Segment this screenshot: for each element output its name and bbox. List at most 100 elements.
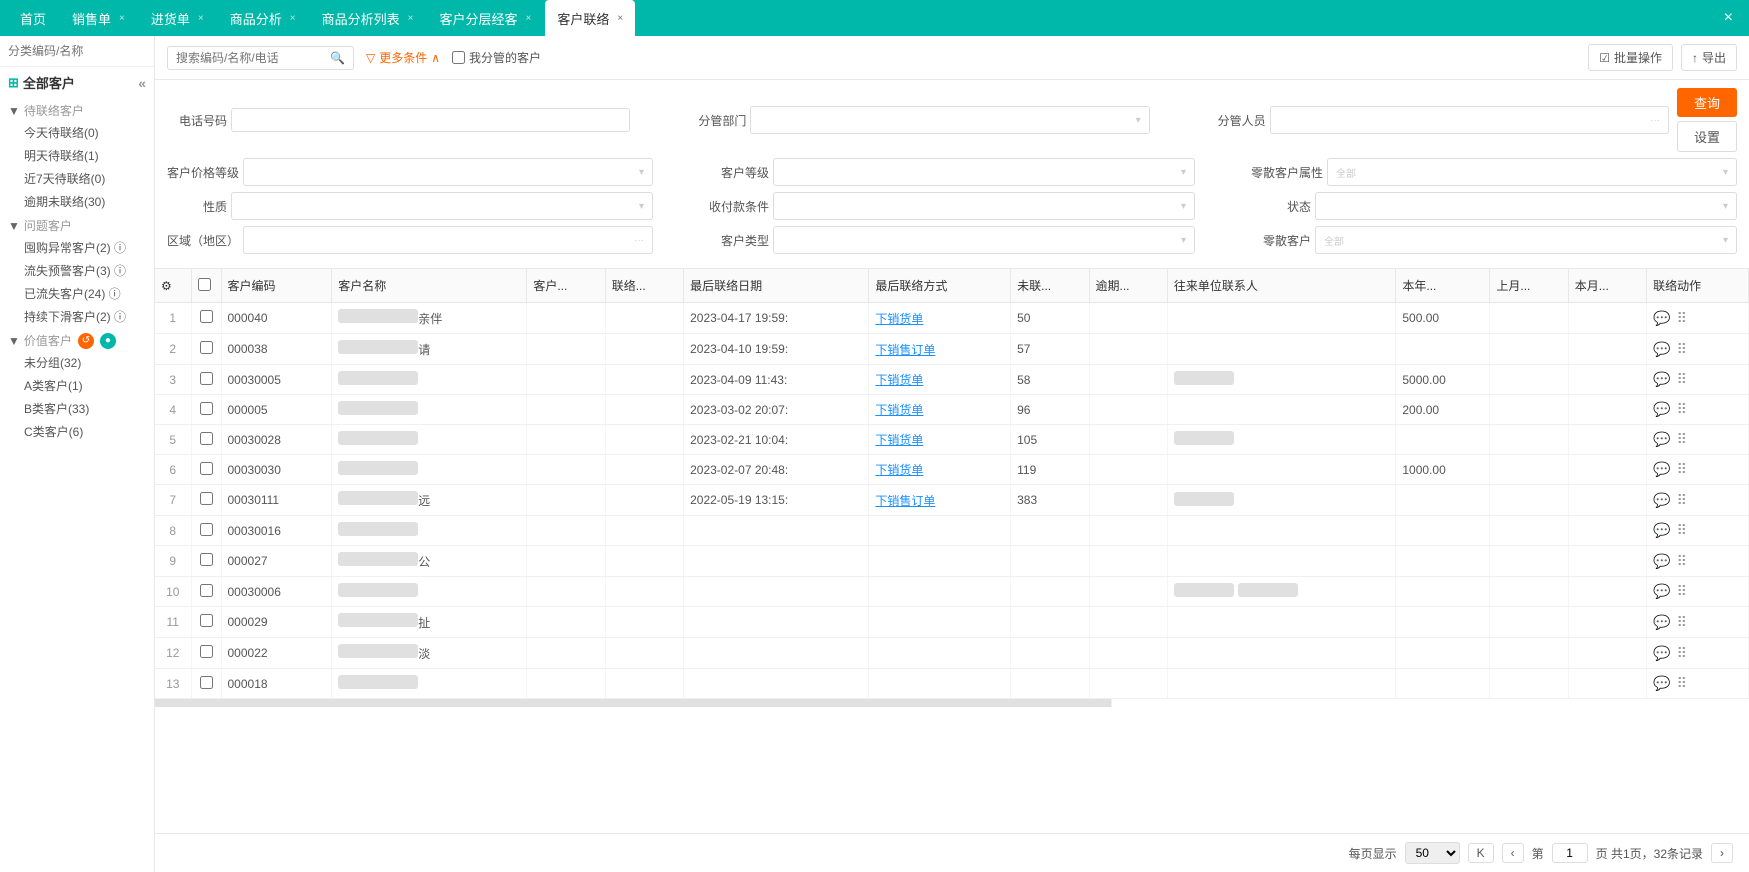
- my-customers-checkbox[interactable]: [452, 51, 465, 64]
- search-icon[interactable]: 🔍: [330, 51, 345, 65]
- nav-tab-customer-contact[interactable]: 客户联络 ×: [545, 0, 635, 36]
- col-overdue-header[interactable]: 逾期...: [1089, 269, 1167, 303]
- reset-btn[interactable]: 设置: [1677, 121, 1737, 152]
- row-last-method[interactable]: [869, 638, 1011, 669]
- export-btn[interactable]: ↑ 导出: [1681, 44, 1737, 71]
- col-this-month-header[interactable]: 本月...: [1568, 269, 1646, 303]
- row-select-checkbox[interactable]: [200, 523, 213, 536]
- row-last-method[interactable]: [869, 546, 1011, 577]
- close-tab-4[interactable]: ×: [525, 13, 531, 24]
- sidebar-item-abnormal[interactable]: 囤购异常客户(2) ⓘ: [0, 236, 154, 259]
- contact-phone-icon[interactable]: 💬: [1653, 645, 1670, 662]
- first-page-btn[interactable]: K: [1468, 843, 1494, 863]
- col-contact-header[interactable]: 联络...: [605, 269, 683, 303]
- contact-phone-icon[interactable]: 💬: [1653, 401, 1670, 418]
- col-name-header[interactable]: 客户名称: [332, 269, 527, 303]
- sidebar-item-ungrouped[interactable]: 未分组(32): [0, 351, 154, 374]
- all-customers-header[interactable]: ⊞ 全部客户 «: [0, 67, 154, 98]
- contact-phone-icon[interactable]: 💬: [1653, 431, 1670, 448]
- row-select-checkbox[interactable]: [200, 372, 213, 385]
- row-select-checkbox[interactable]: [200, 432, 213, 445]
- payment-select[interactable]: ▾: [773, 192, 1195, 220]
- retail-customer-select[interactable]: 全部▾: [1315, 226, 1737, 254]
- contact-phone-icon[interactable]: 💬: [1653, 371, 1670, 388]
- select-all-checkbox[interactable]: [198, 278, 211, 291]
- row-select-checkbox[interactable]: [200, 492, 213, 505]
- col-last-date-header[interactable]: 最后联络日期: [684, 269, 869, 303]
- contact-phone-icon[interactable]: 💬: [1653, 583, 1670, 600]
- settings-icon[interactable]: ⚙: [161, 279, 172, 293]
- nature-select[interactable]: ▾: [231, 192, 653, 220]
- contact-phone-icon[interactable]: 💬: [1653, 310, 1670, 327]
- col-last-method-header[interactable]: 最后联络方式: [869, 269, 1011, 303]
- close-tab-1[interactable]: ×: [198, 13, 204, 24]
- per-page-select[interactable]: 50 100 200: [1405, 842, 1460, 864]
- row-select-checkbox[interactable]: [200, 462, 213, 475]
- sidebar-item-churned[interactable]: 已流失客户(24) ⓘ: [0, 282, 154, 305]
- action-menu-icon[interactable]: ⠿: [1677, 401, 1687, 418]
- staff-select[interactable]: ···: [1270, 106, 1669, 134]
- col-this-year-header[interactable]: 本年...: [1396, 269, 1490, 303]
- contact-phone-icon[interactable]: 💬: [1653, 553, 1670, 570]
- sidebar-item-7days[interactable]: 近7天待联络(0): [0, 167, 154, 190]
- action-menu-icon[interactable]: ⠿: [1677, 431, 1687, 448]
- next-page-btn[interactable]: ›: [1711, 843, 1733, 863]
- sidebar-item-overdue[interactable]: 逾期未联络(30): [0, 190, 154, 213]
- horizontal-scrollbar[interactable]: [155, 699, 1749, 707]
- nav-home[interactable]: 首页: [8, 9, 58, 28]
- col-type-header[interactable]: 客户...: [527, 269, 605, 303]
- status-select[interactable]: ▾: [1315, 192, 1737, 220]
- action-menu-icon[interactable]: ⠿: [1677, 675, 1687, 692]
- row-last-method[interactable]: [869, 516, 1011, 546]
- col-unit-contact-header[interactable]: 往来单位联系人: [1167, 269, 1395, 303]
- row-select-checkbox[interactable]: [200, 402, 213, 415]
- batch-ops-btn[interactable]: ☑ 批量操作: [1588, 44, 1673, 71]
- action-menu-icon[interactable]: ⠿: [1677, 645, 1687, 662]
- row-select-checkbox[interactable]: [200, 584, 213, 597]
- sidebar-item-churn-warning[interactable]: 流失预警客户(3) ⓘ: [0, 259, 154, 282]
- nav-tab-sales[interactable]: 销售单 ×: [60, 0, 137, 36]
- action-menu-icon[interactable]: ⠿: [1677, 614, 1687, 631]
- row-last-method[interactable]: 下销售订单: [869, 334, 1011, 365]
- area-select[interactable]: ···: [243, 226, 653, 254]
- sidebar-item-class-c[interactable]: C类客户(6): [0, 420, 154, 443]
- nav-tab-customer-segment[interactable]: 客户分层经客 ×: [427, 0, 543, 36]
- sidebar-collapse-btn[interactable]: «: [138, 75, 146, 91]
- sidebar-item-today[interactable]: 今天待联络(0): [0, 121, 154, 144]
- col-settings[interactable]: ⚙: [155, 269, 191, 303]
- phone-input[interactable]: [231, 108, 630, 132]
- nav-tab-purchase[interactable]: 进货单 ×: [139, 0, 216, 36]
- row-last-method[interactable]: 下销货单: [869, 455, 1011, 485]
- customer-level-select[interactable]: ▾: [773, 158, 1195, 186]
- close-tab-3[interactable]: ×: [408, 13, 414, 24]
- sidebar-item-tomorrow[interactable]: 明天待联络(1): [0, 144, 154, 167]
- contact-phone-icon[interactable]: 💬: [1653, 522, 1670, 539]
- action-menu-icon[interactable]: ⠿: [1677, 522, 1687, 539]
- close-tab-5[interactable]: ×: [617, 13, 623, 24]
- contact-phone-icon[interactable]: 💬: [1653, 461, 1670, 478]
- row-last-method[interactable]: 下销售订单: [869, 485, 1011, 516]
- action-menu-icon[interactable]: ⠿: [1677, 492, 1687, 509]
- nav-tab-analysis-list[interactable]: 商品分析列表 ×: [310, 0, 426, 36]
- nav-tab-analysis[interactable]: 商品分析 ×: [218, 0, 308, 36]
- search-input[interactable]: [176, 51, 326, 65]
- row-select-checkbox[interactable]: [200, 645, 213, 658]
- row-last-method[interactable]: 下销货单: [869, 425, 1011, 455]
- contact-phone-icon[interactable]: 💬: [1653, 614, 1670, 631]
- row-last-method[interactable]: [869, 577, 1011, 607]
- row-select-checkbox[interactable]: [200, 553, 213, 566]
- customer-type-select[interactable]: ▾: [773, 226, 1195, 254]
- close-tab-0[interactable]: ×: [119, 13, 125, 24]
- row-last-method[interactable]: 下销货单: [869, 395, 1011, 425]
- close-all-tabs[interactable]: ×: [1716, 9, 1741, 27]
- dept-select[interactable]: ▾: [750, 106, 1149, 134]
- price-level-select[interactable]: ▾: [243, 158, 653, 186]
- sidebar-search-input[interactable]: [8, 44, 155, 58]
- action-menu-icon[interactable]: ⠿: [1677, 371, 1687, 388]
- query-btn[interactable]: 查询: [1677, 88, 1737, 117]
- action-menu-icon[interactable]: ⠿: [1677, 341, 1687, 358]
- row-select-checkbox[interactable]: [200, 341, 213, 354]
- row-select-checkbox[interactable]: [200, 310, 213, 323]
- sidebar-item-class-a[interactable]: A类客户(1): [0, 374, 154, 397]
- row-last-method[interactable]: 下销货单: [869, 303, 1011, 334]
